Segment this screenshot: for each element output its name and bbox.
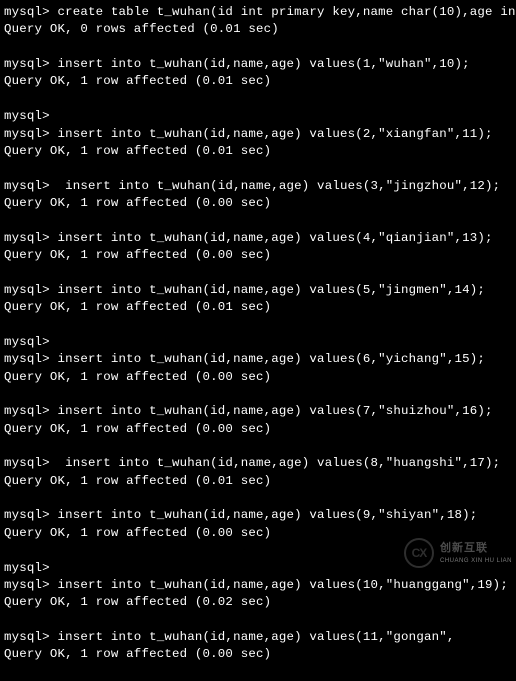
mysql-terminal[interactable]: mysql> create table t_wuhan(id int prima… <box>4 4 512 681</box>
sql-command: mysql> insert into t_wuhan(id,name,age) … <box>4 230 512 247</box>
sql-command: mysql> insert into t_wuhan(id,name,age) … <box>4 282 512 299</box>
watermark: CX 创新互联 CHUANG XIN HU LIAN <box>404 538 512 568</box>
sql-result: Query OK, 1 row affected (0.01 sec) <box>4 299 512 316</box>
sql-result: Query OK, 1 row affected (0.00 sec) <box>4 195 512 212</box>
blank-line <box>4 664 512 681</box>
watermark-logo-text: CX <box>412 545 427 562</box>
sql-result: Query OK, 1 row affected (0.01 sec) <box>4 73 512 90</box>
sql-command: mysql> insert into t_wuhan(id,name,age) … <box>4 403 512 420</box>
blank-line <box>4 316 512 333</box>
blank-line <box>4 264 512 281</box>
watermark-cn-text: 创新互联 <box>440 541 512 556</box>
blank-line <box>4 438 512 455</box>
sql-result: Query OK, 1 row affected (0.00 sec) <box>4 646 512 663</box>
blank-line <box>4 612 512 629</box>
sql-command: mysql> insert into t_wuhan(id,name,age) … <box>4 126 512 143</box>
blank-line <box>4 39 512 56</box>
watermark-logo-icon: CX <box>404 538 434 568</box>
sql-command: mysql> insert into t_wuhan(id,name,age) … <box>4 56 512 73</box>
sql-result: Query OK, 1 row affected (0.00 sec) <box>4 369 512 386</box>
sql-command: mysql> insert into t_wuhan(id,name,age) … <box>4 507 512 524</box>
sql-command: mysql> insert into t_wuhan(id,name,age) … <box>4 351 512 368</box>
empty-prompt: mysql> <box>4 108 512 125</box>
sql-result: Query OK, 1 row affected (0.00 sec) <box>4 421 512 438</box>
sql-command: mysql> insert into t_wuhan(id,name,age) … <box>4 455 512 472</box>
sql-result: Query OK, 1 row affected (0.01 sec) <box>4 143 512 160</box>
blank-line <box>4 490 512 507</box>
sql-result: Query OK, 0 rows affected (0.01 sec) <box>4 21 512 38</box>
sql-result: Query OK, 1 row affected (0.01 sec) <box>4 473 512 490</box>
sql-command: mysql> insert into t_wuhan(id,name,age) … <box>4 629 512 646</box>
sql-command: mysql> insert into t_wuhan(id,name,age) … <box>4 577 512 594</box>
blank-line <box>4 91 512 108</box>
blank-line <box>4 160 512 177</box>
sql-result: Query OK, 1 row affected (0.02 sec) <box>4 594 512 611</box>
sql-command: mysql> insert into t_wuhan(id,name,age) … <box>4 178 512 195</box>
sql-command: mysql> create table t_wuhan(id int prima… <box>4 4 512 21</box>
blank-line <box>4 212 512 229</box>
blank-line <box>4 386 512 403</box>
watermark-en-text: CHUANG XIN HU LIAN <box>440 557 512 565</box>
empty-prompt: mysql> <box>4 334 512 351</box>
sql-result: Query OK, 1 row affected (0.00 sec) <box>4 247 512 264</box>
